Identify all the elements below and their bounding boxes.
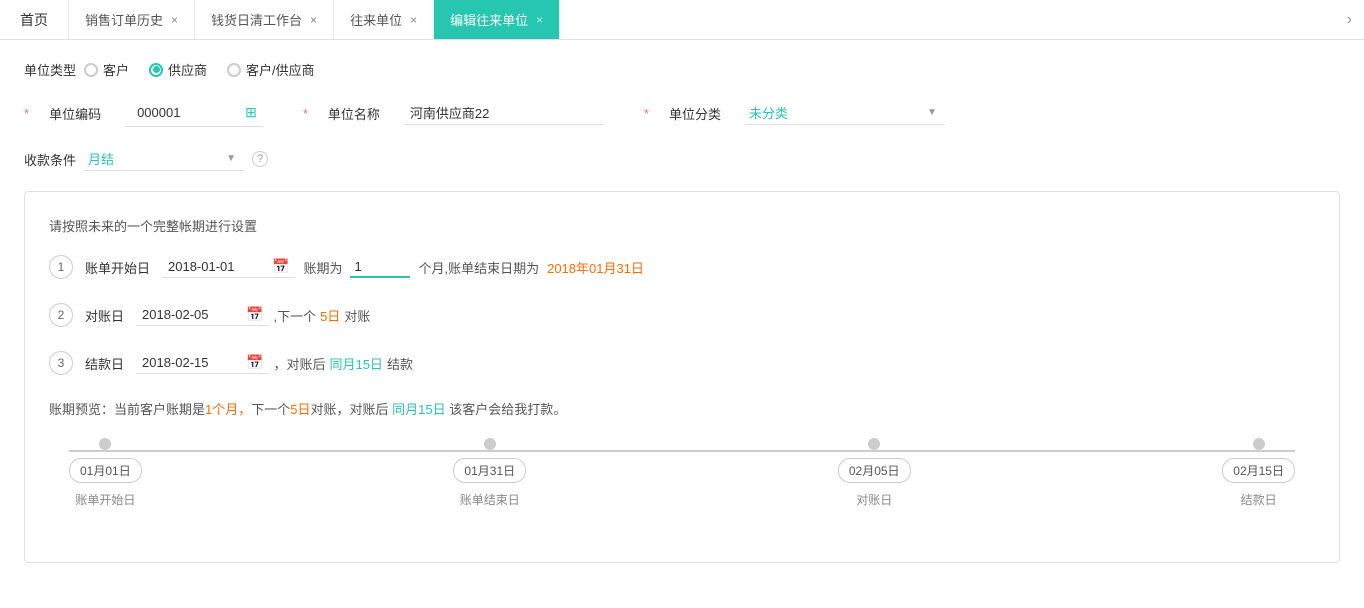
unit-category-segment: * 单位分类 未分类 ▼ [644,101,945,125]
row-num-3: 3 [49,351,73,375]
tab-partner[interactable]: 往来单位 × [334,0,434,39]
close-icon[interactable]: × [410,13,417,27]
timeline-node-1: 01月01日 账单开始日 [69,438,142,508]
payment-term-label: 收款条件 [24,150,76,169]
unit-type-radio-group: 客户 供应商 客户/供应商 [84,60,315,79]
payment-prefix: ，对账后 [273,354,325,373]
date-input-1: 📅 [162,256,295,278]
unit-category-dropdown[interactable]: 未分类 ▼ [745,101,945,125]
node-dot-4 [1253,438,1265,450]
copy-icon[interactable]: ⊞ [245,104,257,121]
calendar-icon-1[interactable]: 📅 [272,258,289,275]
node-label-2: 01月31日 [453,458,526,483]
period-input[interactable] [350,257,410,278]
radio-circle-customer [84,63,98,77]
main-content: 单位类型 客户 供应商 客户/供应商 * 单位编码 ⊞ [0,40,1364,608]
payment-term-row: 收款条件 月结 ▼ ? [24,147,1340,171]
tab-bar: 首页 销售订单历史 × 钱货日清工作台 × 往来单位 × 编辑往来单位 × › [0,0,1364,40]
node-desc-3: 对账日 [856,491,892,508]
period-text-1: 账期为 [303,258,342,277]
tab-sales-history[interactable]: 销售订单历史 × [69,0,195,39]
setting-row-2: 2 对账日 📅 ,下一个 5日 对账 [49,303,1315,327]
close-icon[interactable]: × [536,13,543,27]
reconcile-prefix: ,下一个 [273,306,316,325]
unit-type-row: 单位类型 客户 供应商 客户/供应商 [24,60,1340,79]
unit-info-row: * 单位编码 ⊞ * 单位名称 * 单位分类 未分类 ▼ [24,99,1340,127]
radio-circle-both [227,63,241,77]
required-star-3: * [644,106,649,121]
timeline-node-2: 01月31日 账单结束日 [453,438,526,508]
tab-cash-work[interactable]: 钱货日清工作台 × [195,0,334,39]
chevron-down-icon: ▼ [927,107,937,118]
node-desc-2: 账单结束日 [460,491,520,508]
timeline-node-3: 02月05日 对账日 [838,438,911,508]
tab-edit-partner[interactable]: 编辑往来单位 × [434,0,560,39]
date-input-2: 📅 [136,304,269,326]
unit-code-input-wrap: ⊞ [125,99,263,127]
calendar-icon-3[interactable]: 📅 [246,354,263,371]
tab-more-button[interactable]: › [1335,11,1364,29]
radio-customer[interactable]: 客户 [84,60,129,79]
unit-code-segment: * 单位编码 ⊞ [24,99,263,127]
reconcile-highlight: 5日 [320,306,340,325]
required-star-2: * [303,106,308,121]
node-desc-1: 账单开始日 [75,491,135,508]
setting-row-3: 3 结款日 📅 ，对账后 同月15日 结款 [49,351,1315,375]
row-label-1: 账单开始日 [85,258,150,277]
date-input-3: 📅 [136,352,269,374]
preview-period: 1个月， [205,402,251,417]
unit-category-label: 单位分类 [669,104,721,123]
node-label-4: 02月15日 [1222,458,1295,483]
node-dot-3 [868,438,880,450]
radio-both[interactable]: 客户/供应商 [227,60,315,79]
unit-code-label: 单位编码 [49,104,101,123]
start-date-input[interactable] [168,259,268,274]
unit-name-input[interactable] [404,101,604,125]
node-label-3: 02月05日 [838,458,911,483]
payment-highlight: 同月15日 [329,354,382,373]
payment-term-dropdown[interactable]: 月结 ▼ [84,147,244,171]
payment-suffix: 结款 [387,354,413,373]
period-unit-text: 个月,账单结束日期为 [418,258,539,277]
reconcile-suffix: 对账 [344,306,370,325]
calendar-icon-2[interactable]: 📅 [246,306,263,323]
close-icon[interactable]: × [310,13,317,27]
preview-payment: 同月15日 [392,402,445,417]
tab-home[interactable]: 首页 [0,0,69,39]
radio-supplier[interactable]: 供应商 [149,60,207,79]
chevron-down-icon-2: ▼ [226,153,236,164]
end-date-highlight: 2018年01月31日 [547,258,644,277]
node-desc-4: 结款日 [1241,491,1277,508]
payment-term-value: 月结 [88,149,222,168]
timeline-container: 01月01日 账单开始日 01月31日 账单结束日 02月05日 对账日 02月… [49,438,1315,538]
payment-date-input[interactable] [142,355,242,370]
row-label-3: 结款日 [85,354,124,373]
reconcile-date-input[interactable] [142,307,242,322]
row-num-2: 2 [49,303,73,327]
setting-title: 请按照未来的一个完整帐期进行设置 [49,216,1315,235]
node-dot-1 [99,438,111,450]
help-icon[interactable]: ? [252,151,268,167]
close-icon[interactable]: × [171,13,178,27]
preview-reconcile: 5日 [290,402,310,417]
row-num-1: 1 [49,255,73,279]
setting-row-1: 1 账单开始日 📅 账期为 个月,账单结束日期为 2018年01月31日 [49,255,1315,279]
unit-name-segment: * 单位名称 [303,101,604,125]
unit-name-label: 单位名称 [328,104,380,123]
required-star: * [24,106,29,121]
row-label-2: 对账日 [85,306,124,325]
timeline-nodes: 01月01日 账单开始日 01月31日 账单结束日 02月05日 对账日 02月… [69,438,1295,508]
setting-box: 请按照未来的一个完整帐期进行设置 1 账单开始日 📅 账期为 个月,账单结束日期… [24,191,1340,563]
node-label-1: 01月01日 [69,458,142,483]
unit-code-input[interactable] [131,101,241,124]
radio-circle-supplier [149,63,163,77]
node-dot-2 [484,438,496,450]
preview-text: 账期预览：当前客户账期是1个月，下一个5日对账，对账后 同月15日 该客户会给我… [49,399,1315,418]
timeline-node-4: 02月15日 结款日 [1222,438,1295,508]
unit-type-label: 单位类型 [24,60,76,79]
unit-category-value: 未分类 [749,103,923,122]
